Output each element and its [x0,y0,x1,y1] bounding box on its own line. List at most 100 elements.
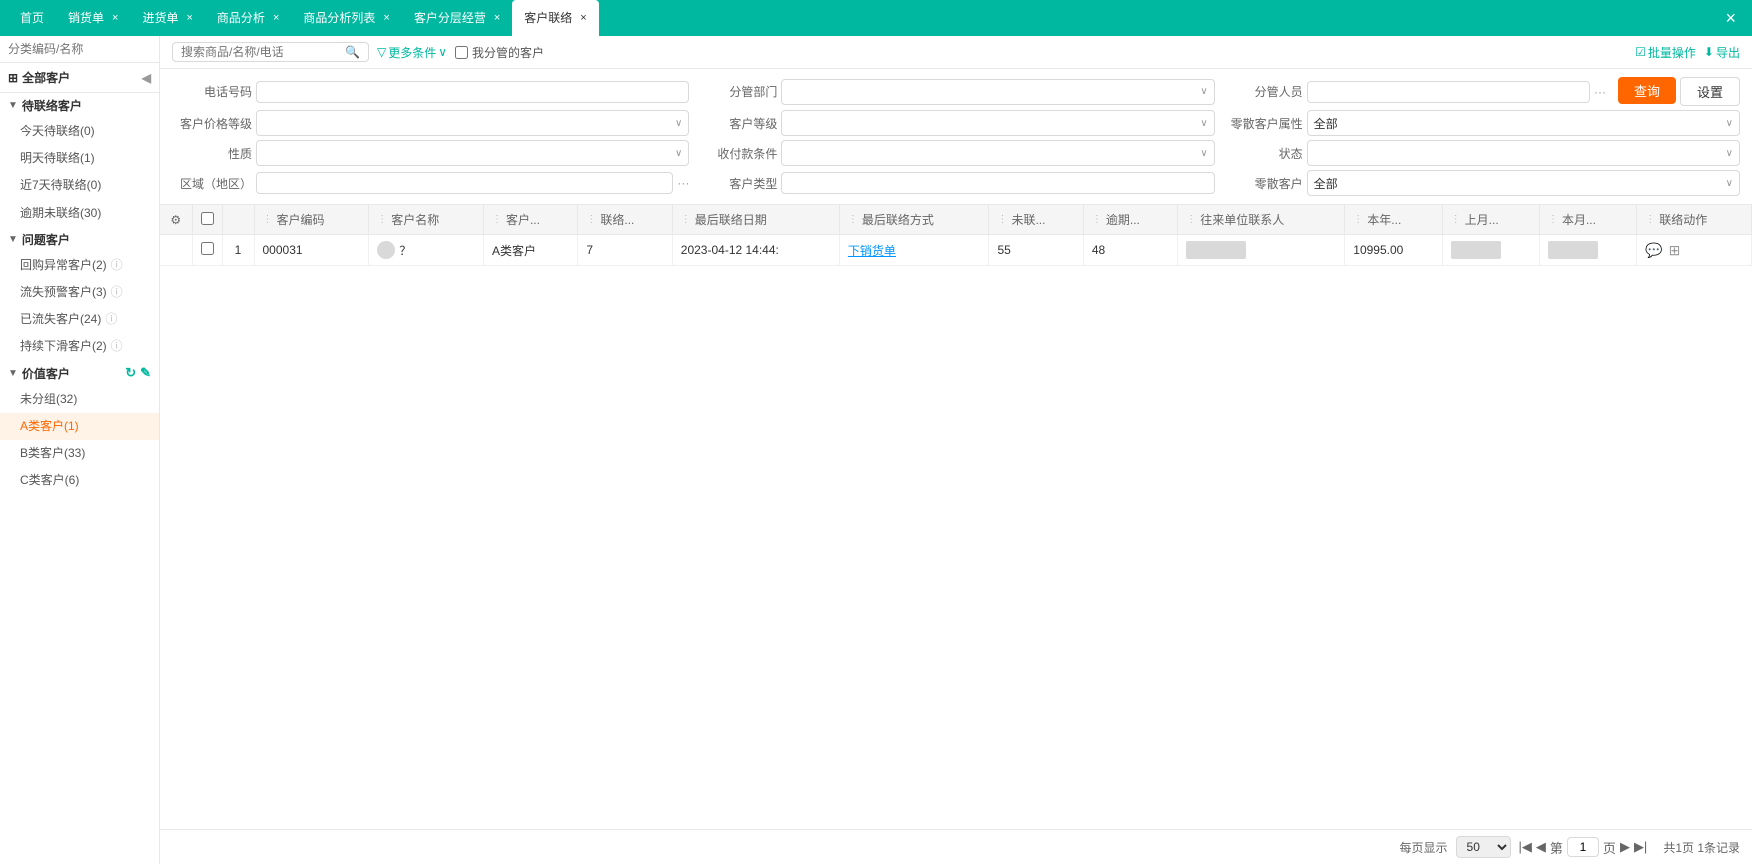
edit-icon[interactable]: ✎ [140,365,151,381]
row-code: 000031 [254,235,369,266]
sidebar-item-class-c[interactable]: C类客户(6) [0,467,159,494]
row-check [192,235,222,266]
close-product-analysis-tab[interactable]: × [273,0,279,36]
next-page-button[interactable]: ▶ [1620,839,1630,855]
table-row: 1 000031 ？ A类客户 7 2023-04-12 14:44: [160,235,1752,266]
action-chat-icon[interactable]: 💬 [1645,242,1662,259]
drag-icon-code: ⋮ [263,214,273,225]
nav-purchase[interactable]: 进货单 × [130,0,204,36]
adv-customer-type-cell: 客户类型 [697,170,1214,196]
row-checkbox[interactable] [201,242,214,255]
adv-phone-input[interactable] [256,81,689,103]
last-month-placeholder [1451,241,1501,259]
sidebar-item-7days-contact[interactable]: 近7天待联络(0) [0,172,159,199]
settings-button[interactable]: 设置 [1680,77,1740,106]
main-layout: 🔍 ⊞ 全部客户 ◀ ▼ 待联络客户 今天待联络(0) 明天待联络(1) 近7天… [0,36,1752,864]
adv-dept-select[interactable]: ∨ [781,79,1214,105]
sidebar-item-repurchase-anomaly[interactable]: 回购异常客户(2) ⓘ [0,252,159,279]
close-product-analysis-list-tab[interactable]: × [383,0,389,36]
close-purchase-tab[interactable]: × [186,0,192,36]
page-input[interactable] [1567,837,1599,857]
region-dots-btn[interactable]: ··· [677,176,689,190]
sidebar-item-tomorrow-contact[interactable]: 明天待联络(1) [0,145,159,172]
adv-price-grade-select[interactable]: ∨ [256,110,689,136]
refresh-icon[interactable]: ↻ [125,365,136,381]
nav-home[interactable]: 首页 [8,0,56,36]
adv-customer-grade-label: 客户等级 [697,115,777,132]
adv-customer-grade-select[interactable]: ∨ [781,110,1214,136]
section-pending-contact[interactable]: ▼ 待联络客户 [0,93,159,118]
adv-phone-label: 电话号码 [172,83,252,100]
scatter-attr-caret-icon: ∨ [1726,118,1733,129]
payment-caret-icon: ∨ [1200,148,1207,159]
adv-payment-select[interactable]: ∨ [781,140,1214,166]
nav-customer-tier[interactable]: 客户分层经营 × [402,0,512,36]
adv-status-select[interactable]: ∨ [1307,140,1740,166]
adv-region-input[interactable] [256,172,673,194]
query-button[interactable]: 查询 [1618,77,1676,104]
row-contact: 7 [578,235,672,266]
drag-icon-unit-contact: ⋮ [1186,214,1196,225]
sidebar-item-churned[interactable]: 已流失客户(24) ⓘ [0,306,159,333]
sidebar-item-declining[interactable]: 持续下滑客户(2) ⓘ [0,333,159,360]
my-customers-checkbox[interactable] [455,46,468,59]
row-name[interactable]: ？ [369,235,484,266]
adv-scatter-customer-select[interactable]: 全部 ∨ [1307,170,1740,196]
problem-arrow-icon: ▼ [8,234,18,245]
nav-product-analysis-list[interactable]: 商品分析列表 × [291,0,401,36]
section-value-customers[interactable]: ▼ 价值客户 ↻ ✎ [0,361,159,386]
adv-customer-type-input[interactable] [781,172,1214,194]
nav-customer-contact[interactable]: 客户联络 × [512,0,598,36]
name-avatar [377,241,395,259]
adv-manager-input[interactable] [1307,81,1590,103]
sidebar-item-churn-warning[interactable]: 流失预警客户(3) ⓘ [0,279,159,306]
batch-op-button[interactable]: ☑ 批量操作 [1635,44,1696,61]
row-gear [160,235,192,266]
filter-search-box: 🔍 [172,42,369,62]
filter-search-icon[interactable]: 🔍 [345,45,360,59]
more-conditions-button[interactable]: ▽ 更多条件 ∨ [377,44,447,61]
th-gear[interactable]: ⚙ [160,205,192,235]
sidebar-item-today-contact[interactable]: 今天待联络(0) [0,118,159,145]
per-page-select[interactable]: 50 100 200 [1456,836,1511,858]
adv-row-4: 区域（地区） ··· 客户类型 零散客户 全部 ∨ [172,170,1740,196]
sidebar-all-customers-header[interactable]: ⊞ 全部客户 ◀ [0,63,159,93]
last-page-button[interactable]: ▶| [1634,839,1647,855]
sidebar-search-input[interactable] [8,42,160,56]
nav-product-analysis[interactable]: 商品分析 × [205,0,291,36]
my-customers-checkbox-area[interactable]: 我分管的客户 [455,44,544,61]
close-sales-tab[interactable]: × [112,0,118,36]
first-page-button[interactable]: |◀ [1519,839,1532,855]
action-more-icon[interactable]: ⊞ [1669,242,1681,259]
close-customer-contact-tab[interactable]: × [580,0,586,36]
adv-scatter-attr-select[interactable]: 全部 ∨ [1307,110,1740,136]
row-last-method[interactable]: 下销货单 [839,235,989,266]
content-area: 🔍 ▽ 更多条件 ∨ 我分管的客户 ☑ 批量操作 ⬇ 导出 [160,36,1752,864]
select-all-checkbox[interactable] [201,212,214,225]
drag-icon-last-date: ⋮ [681,214,691,225]
drag-icon-no-contact: ⋮ [997,214,1007,225]
adv-nature-select[interactable]: ∨ [256,140,689,166]
section-problem-customers[interactable]: ▼ 问题客户 [0,227,159,252]
sidebar-item-class-b[interactable]: B类客户(33) [0,440,159,467]
nav-sales[interactable]: 销货单 × [56,0,130,36]
last-method-link[interactable]: 下销货单 [848,244,896,258]
close-all-button[interactable]: × [1717,8,1744,29]
row-action[interactable]: 💬 ⊞ [1637,235,1752,266]
more-caret-icon: ∨ [438,45,447,59]
prev-page-button[interactable]: ◀ [1536,839,1546,855]
sidebar-item-overdue-contact[interactable]: 逾期未联络(30) [0,200,159,227]
top-nav: 首页 销货单 × 进货单 × 商品分析 × 商品分析列表 × 客户分层经营 × … [0,0,1752,36]
th-contact: ⋮联络... [578,205,672,235]
manager-dots-btn[interactable]: ··· [1594,85,1606,99]
filter-search-input[interactable] [181,45,341,59]
th-last-month: ⋮上月... [1442,205,1539,235]
row-num: 1 [222,235,254,266]
sidebar-item-class-a[interactable]: A类客户(1) [0,413,159,440]
export-button[interactable]: ⬇ 导出 [1704,44,1740,61]
close-customer-tier-tab[interactable]: × [494,0,500,36]
drag-icon-name: ⋮ [377,214,387,225]
adv-scatter-customer-label: 零散客户 [1223,175,1303,192]
sidebar-item-unclassified[interactable]: 未分组(32) [0,386,159,413]
sidebar-collapse-icon[interactable]: ◀ [142,71,151,85]
